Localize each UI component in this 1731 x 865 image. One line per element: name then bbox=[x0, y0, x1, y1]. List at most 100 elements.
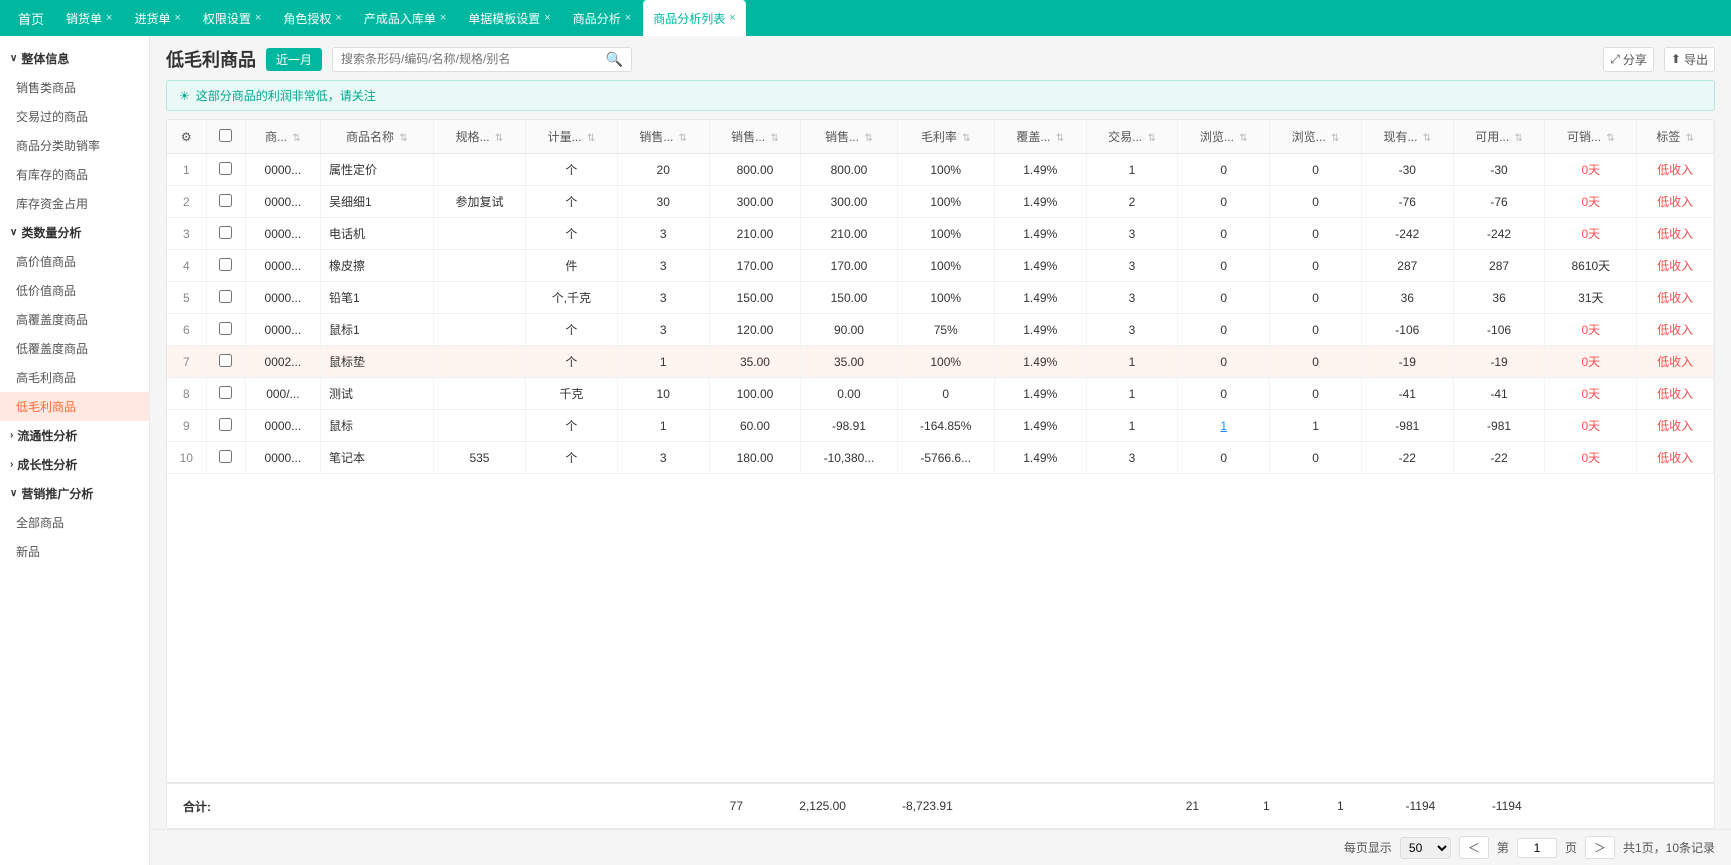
td-coverage: 1.49% bbox=[994, 250, 1086, 282]
nav-sales[interactable]: 销货单 × bbox=[56, 0, 122, 36]
share-button[interactable]: ⤢ 分享 bbox=[1603, 47, 1654, 72]
td-code: 0000... bbox=[245, 250, 320, 282]
nav-close-analysis[interactable]: × bbox=[625, 12, 631, 24]
td-view1[interactable]: 0 bbox=[1178, 282, 1270, 314]
nav-close-analysis-list[interactable]: × bbox=[729, 12, 735, 24]
th-trade[interactable]: 交易... ⇅ bbox=[1086, 120, 1178, 154]
th-code[interactable]: 商... ⇅ bbox=[245, 120, 320, 154]
td-margin: -5766.6... bbox=[897, 442, 994, 474]
th-settings[interactable]: ⚙ bbox=[167, 120, 206, 154]
td-checkbox[interactable] bbox=[206, 314, 245, 346]
sidebar-item-low-coverage[interactable]: 低覆盖度商品 bbox=[0, 334, 149, 363]
nav-analysis[interactable]: 商品分析 × bbox=[563, 0, 641, 36]
view-link[interactable]: 1 bbox=[1220, 419, 1227, 433]
table-container[interactable]: ⚙ 商... ⇅ 商品名称 ⇅ 规格... ⇅ 计量... ⇅ 销售... ⇅ … bbox=[166, 119, 1715, 783]
th-sales-price[interactable]: 销售... ⇅ bbox=[709, 120, 801, 154]
nav-products[interactable]: 产成品入库单 × bbox=[354, 0, 456, 36]
sidebar-item-low-margin[interactable]: 低毛利商品 bbox=[0, 392, 149, 421]
td-checkbox[interactable] bbox=[206, 218, 245, 250]
td-sales-qty: 30 bbox=[617, 186, 709, 218]
th-margin[interactable]: 毛利率 ⇅ bbox=[897, 120, 994, 154]
td-checkbox[interactable] bbox=[206, 410, 245, 442]
nav-analysis-list[interactable]: 商品分析列表 × bbox=[643, 0, 745, 36]
nav-permissions[interactable]: 权限设置 × bbox=[193, 0, 271, 36]
td-view1[interactable]: 0 bbox=[1178, 378, 1270, 410]
th-spec[interactable]: 规格... ⇅ bbox=[433, 120, 525, 154]
td-margin: 100% bbox=[897, 154, 994, 186]
sidebar-item-sales-goods[interactable]: 销售类商品 bbox=[0, 73, 149, 102]
th-current[interactable]: 现有... ⇅ bbox=[1361, 120, 1453, 154]
td-view1[interactable]: 0 bbox=[1178, 314, 1270, 346]
nav-close-purchase[interactable]: × bbox=[174, 12, 180, 24]
td-checkbox[interactable] bbox=[206, 442, 245, 474]
td-coverage: 1.49% bbox=[994, 378, 1086, 410]
table-row: 6 0000... 鼠标1 个 3 120.00 90.00 75% 1.49%… bbox=[167, 314, 1714, 346]
nav-close-permissions[interactable]: × bbox=[255, 12, 261, 24]
nav-close-template[interactable]: × bbox=[544, 12, 550, 24]
prev-page-btn[interactable]: ＜ bbox=[1459, 836, 1489, 859]
th-checkbox[interactable] bbox=[206, 120, 245, 154]
nav-roles[interactable]: 角色授权 × bbox=[273, 0, 351, 36]
filter-recent-month[interactable]: 近一月 bbox=[266, 48, 322, 71]
td-spec bbox=[433, 346, 525, 378]
nav-close-roles[interactable]: × bbox=[335, 12, 341, 24]
td-view1[interactable]: 0 bbox=[1178, 186, 1270, 218]
sidebar-item-new-goods[interactable]: 新品 bbox=[0, 537, 149, 566]
th-sales-qty[interactable]: 销售... ⇅ bbox=[617, 120, 709, 154]
td-unit: 个 bbox=[526, 218, 618, 250]
sidebar-item-in-stock[interactable]: 有库存的商品 bbox=[0, 160, 149, 189]
td-unit: 个 bbox=[526, 314, 618, 346]
content-header: 低毛利商品 近一月 🔍 ⤢ 分享 ⬆ 导出 bbox=[150, 36, 1731, 80]
section-arrow-quantity: ∨ bbox=[10, 227, 17, 238]
td-checkbox[interactable] bbox=[206, 250, 245, 282]
td-checkbox[interactable] bbox=[206, 346, 245, 378]
td-checkbox[interactable] bbox=[206, 282, 245, 314]
td-view1[interactable]: 0 bbox=[1178, 442, 1270, 474]
sidebar-item-high-value[interactable]: 高价值商品 bbox=[0, 247, 149, 276]
sidebar-section-growth[interactable]: › 成长性分析 bbox=[0, 450, 149, 479]
sidebar-item-all-goods[interactable]: 全部商品 bbox=[0, 508, 149, 537]
td-checkbox[interactable] bbox=[206, 154, 245, 186]
nav-purchase[interactable]: 进货单 × bbox=[124, 0, 190, 36]
td-spec bbox=[433, 378, 525, 410]
th-view2[interactable]: 浏览... ⇅ bbox=[1270, 120, 1362, 154]
sidebar-section-overall[interactable]: ∨ 整体信息 bbox=[0, 44, 149, 73]
td-view1[interactable]: 0 bbox=[1178, 154, 1270, 186]
td-coverage: 1.49% bbox=[994, 410, 1086, 442]
select-all-checkbox[interactable] bbox=[219, 129, 232, 142]
nav-close-sales[interactable]: × bbox=[106, 12, 112, 24]
search-input[interactable] bbox=[341, 52, 602, 66]
th-sales-amount[interactable]: 销售... ⇅ bbox=[801, 120, 897, 154]
export-button[interactable]: ⬆ 导出 bbox=[1664, 47, 1715, 72]
page-input[interactable] bbox=[1517, 838, 1557, 858]
th-coverage[interactable]: 覆盖... ⇅ bbox=[994, 120, 1086, 154]
td-view1[interactable]: 0 bbox=[1178, 346, 1270, 378]
sidebar-item-category-rate[interactable]: 商品分类助销率 bbox=[0, 131, 149, 160]
th-available[interactable]: 可用... ⇅ bbox=[1453, 120, 1545, 154]
sidebar-section-flow[interactable]: › 流通性分析 bbox=[0, 421, 149, 450]
sidebar-item-high-coverage[interactable]: 高覆盖度商品 bbox=[0, 305, 149, 334]
sidebar-item-traded-goods[interactable]: 交易过的商品 bbox=[0, 102, 149, 131]
sidebar-item-high-margin[interactable]: 高毛利商品 bbox=[0, 363, 149, 392]
td-view1[interactable]: 0 bbox=[1178, 250, 1270, 282]
sidebar-item-low-value[interactable]: 低价值商品 bbox=[0, 276, 149, 305]
next-page-btn[interactable]: ＞ bbox=[1585, 836, 1615, 859]
nav-close-products[interactable]: × bbox=[440, 12, 446, 24]
search-box[interactable]: 🔍 bbox=[332, 47, 632, 72]
td-view1[interactable]: 1 bbox=[1178, 410, 1270, 442]
th-view1[interactable]: 浏览... ⇅ bbox=[1178, 120, 1270, 154]
th-unit[interactable]: 计量... ⇅ bbox=[526, 120, 618, 154]
sidebar-section-marketing[interactable]: ∨ 营销推广分析 bbox=[0, 479, 149, 508]
th-saleable[interactable]: 可销... ⇅ bbox=[1545, 120, 1637, 154]
td-checkbox[interactable] bbox=[206, 378, 245, 410]
nav-home[interactable]: 首页 bbox=[8, 0, 54, 36]
td-view1[interactable]: 0 bbox=[1178, 218, 1270, 250]
nav-template[interactable]: 单据模板设置 × bbox=[458, 0, 560, 36]
th-name[interactable]: 商品名称 ⇅ bbox=[320, 120, 433, 154]
page-suffix: 页 bbox=[1565, 839, 1577, 856]
td-checkbox[interactable] bbox=[206, 186, 245, 218]
sidebar-item-capital[interactable]: 库存资金占用 bbox=[0, 189, 149, 218]
sidebar-section-quantity[interactable]: ∨ 类数量分析 bbox=[0, 218, 149, 247]
per-page-select[interactable]: 50 100 200 bbox=[1400, 837, 1451, 859]
th-tag[interactable]: 标签 ⇅ bbox=[1637, 120, 1714, 154]
